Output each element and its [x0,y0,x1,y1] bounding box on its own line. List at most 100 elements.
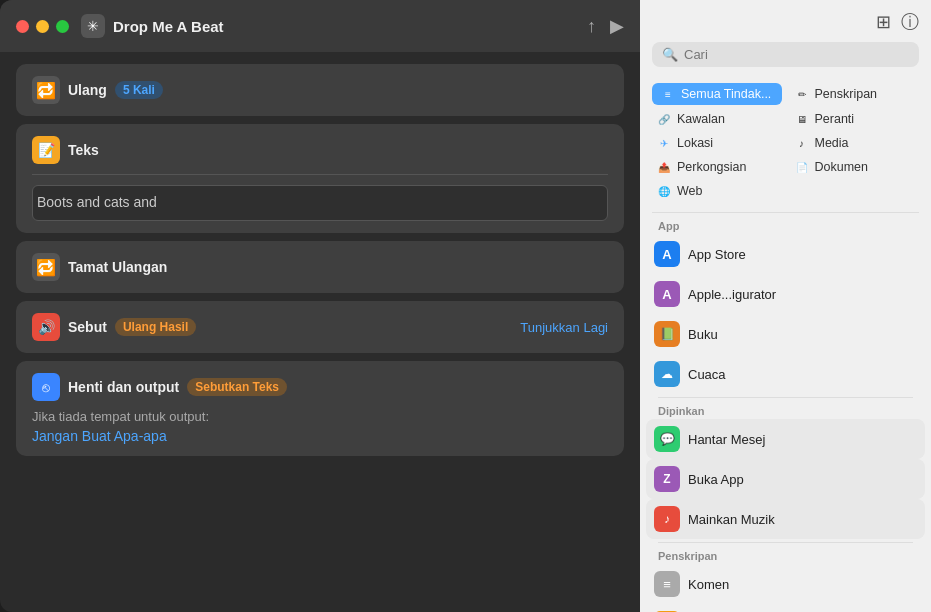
web-icon: 🌐 [656,183,672,199]
speak-title: Sebut [68,319,107,335]
buku-icon: 📗 [654,321,680,347]
action-mainkan-muzik[interactable]: ♪ Mainkan Muzik [646,499,925,539]
action-komen[interactable]: ≡ Komen [646,564,925,604]
title-bar: ✳ Drop Me A Beat ↑ ▶ [0,0,640,52]
repeat-card: 🔁 Ulang 5 Kali [16,64,624,116]
action-cuaca[interactable]: ☁ Cuaca [646,354,925,394]
category-kawalan-label: Kawalan [677,112,725,126]
action-komen-label: Komen [688,577,729,592]
category-penskripan-label: Penskripan [815,87,878,101]
right-toolbar: ⊞ ⓘ [652,10,919,34]
action-mainkan-muzik-label: Mainkan Muzik [688,512,775,527]
cuaca-icon: ☁ [654,361,680,387]
category-peranti[interactable]: 🖥 Peranti [790,109,920,129]
category-peranti-label: Peranti [815,112,855,126]
all-icon: ≡ [660,86,676,102]
app-icon: ✳ [81,14,105,38]
close-button[interactable] [16,20,29,33]
category-grid: ≡ Semua Tindak... ✏ Penskripan 🔗 Kawalan… [640,75,931,209]
category-dokumen[interactable]: 📄 Dokumen [790,157,920,177]
end-repeat-title: Tamat Ulangan [68,259,167,275]
search-input[interactable] [684,47,909,62]
action-buku[interactable]: 📗 Buku [646,314,925,354]
hantar-mesej-icon: 💬 [654,426,680,452]
text-card: 📝 Teks Boots and cats and [16,124,624,233]
media-icon: ♪ [794,135,810,151]
category-perkongsian[interactable]: 📤 Perkongsian [652,157,782,177]
output-link[interactable]: Jangan Buat Apa-apa [32,428,608,444]
section-penskripan-label: Penskripan [646,546,925,564]
category-perkongsian-label: Perkongsian [677,160,747,174]
category-penskripan[interactable]: ✏ Penskripan [790,83,920,105]
stop-title: Henti dan output [68,379,179,395]
text-card-header: 📝 Teks [32,136,608,164]
content-area: 🔁 Ulang 5 Kali 📝 Teks Boots and cats and… [0,52,640,612]
text-divider [32,174,608,175]
action-buka-app[interactable]: Z Buka App [646,459,925,499]
category-lokasi-label: Lokasi [677,136,713,150]
komen-icon: ≡ [654,571,680,597]
appstore-icon: A [654,241,680,267]
left-panel: ✳ Drop Me A Beat ↑ ▶ 🔁 Ulang 5 Kali 📝 Te… [0,0,640,612]
speak-action[interactable]: Tunjukkan Lagi [520,320,608,335]
play-button[interactable]: ▶ [610,17,624,35]
traffic-lights [16,20,69,33]
category-all[interactable]: ≡ Semua Tindak... [652,83,782,105]
speak-card-header: 🔊 Sebut Ulang Hasil Tunjukkan Lagi [32,313,608,341]
end-repeat-header: 🔁 Tamat Ulangan [32,253,608,281]
action-buku-label: Buku [688,327,718,342]
action-hantar-mesej[interactable]: 💬 Hantar Mesej [646,419,925,459]
minimize-button[interactable] [36,20,49,33]
stop-badge[interactable]: Sebutkan Teks [187,378,287,396]
category-media[interactable]: ♪ Media [790,133,920,153]
peranti-icon: 🖥 [794,111,810,127]
section-app-label: App [646,216,925,234]
text-icon: 📝 [32,136,60,164]
speak-card: 🔊 Sebut Ulang Hasil Tunjukkan Lagi [16,301,624,353]
repeat-badge[interactable]: 5 Kali [115,81,163,99]
category-media-label: Media [815,136,849,150]
right-panel: ⊞ ⓘ 🔍 ≡ Semua Tindak... ✏ Penskripan 🔗 K… [640,0,931,612]
apple-igurator-icon: A [654,281,680,307]
search-box: 🔍 [652,42,919,67]
category-kawalan[interactable]: 🔗 Kawalan [652,109,782,129]
text-title: Teks [68,142,99,158]
dokumen-icon: 📄 [794,159,810,175]
share-button[interactable]: ↑ [587,17,596,35]
action-apple-igurator[interactable]: A Apple...igurator [646,274,925,314]
action-list: App A App Store A Apple...igurator 📗 Buk… [640,216,931,612]
buka-app-icon: Z [654,466,680,492]
penskripan-divider [658,542,913,543]
grid-button[interactable]: ⊞ [876,10,891,34]
category-lokasi[interactable]: ✈ Lokasi [652,133,782,153]
action-cuaca-label: Cuaca [688,367,726,382]
action-appstore-label: App Store [688,247,746,262]
end-repeat-icon: 🔁 [32,253,60,281]
stop-output-card: ⎋ Henti dan output Sebutkan Teks Jika ti… [16,361,624,456]
repeat-card-header: 🔁 Ulang 5 Kali [32,76,608,104]
kawalan-icon: 🔗 [656,111,672,127]
text-content-field[interactable]: Boots and cats and [32,185,608,221]
dipinkan-divider [658,397,913,398]
perkongsian-icon: 📤 [656,159,672,175]
fullscreen-button[interactable] [56,20,69,33]
action-hantar-mesej-label: Hantar Mesej [688,432,765,447]
category-divider [652,212,919,213]
action-tunjukkan-hasil[interactable]: ▣ Tunjukkan Hasil [646,604,925,612]
repeat-icon: 🔁 [32,76,60,104]
info-button[interactable]: ⓘ [901,10,919,34]
right-header: ⊞ ⓘ 🔍 [640,0,931,75]
category-web[interactable]: 🌐 Web [652,181,782,201]
end-repeat-card: 🔁 Tamat Ulangan [16,241,624,293]
action-apple-igurator-label: Apple...igurator [688,287,776,302]
action-buka-app-label: Buka App [688,472,744,487]
title-actions: ↑ ▶ [587,17,624,35]
mainkan-muzik-icon: ♪ [654,506,680,532]
search-icon: 🔍 [662,47,678,62]
app-title: Drop Me A Beat [113,18,587,35]
speak-icon: 🔊 [32,313,60,341]
category-web-label: Web [677,184,702,198]
action-appstore[interactable]: A App Store [646,234,925,274]
speak-badge[interactable]: Ulang Hasil [115,318,196,336]
penskripan-icon: ✏ [794,86,810,102]
